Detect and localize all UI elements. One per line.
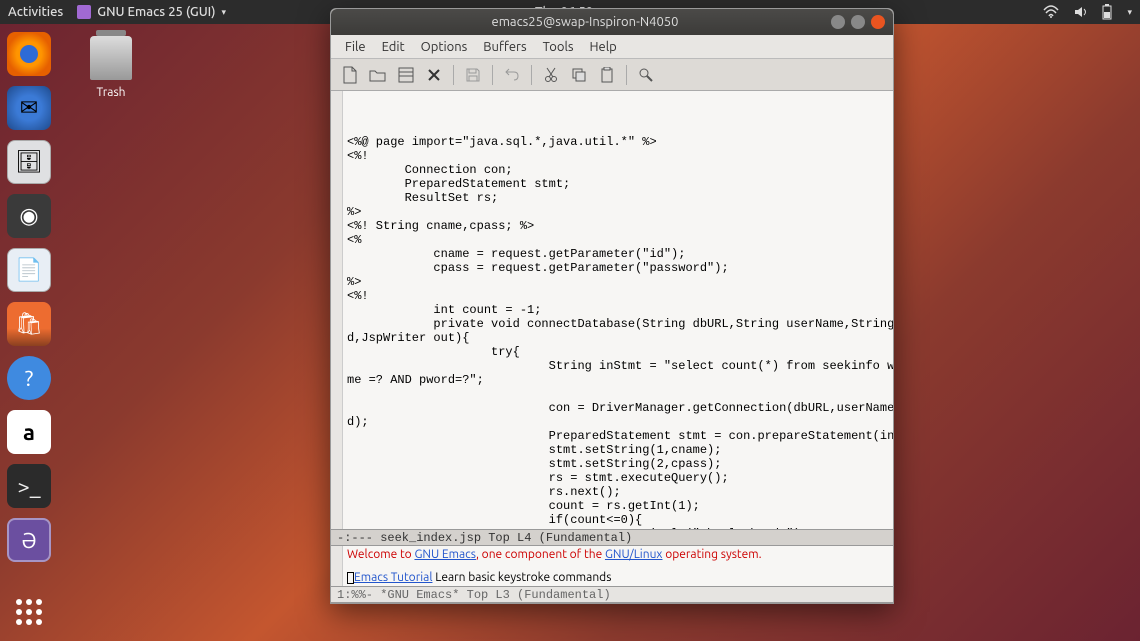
rhythmbox-launcher[interactable]: ◉ (7, 194, 51, 238)
welcome-text: , one component of the (476, 548, 605, 561)
menu-options[interactable]: Options (415, 38, 474, 56)
firefox-launcher[interactable] (7, 32, 51, 76)
gnu-emacs-link[interactable]: GNU Emacs (414, 548, 476, 561)
paste-button[interactable] (594, 62, 620, 88)
code-buffer[interactable]: <%@ page import="java.sql.*,java.util.*"… (331, 91, 893, 529)
save-button[interactable] (460, 62, 486, 88)
dock: ✉ 🗄 ◉ 📄 🛍 ? a >_ Ə (0, 24, 58, 641)
emacs-window: emacs25@swap-Inspiron-N4050 File Edit Op… (330, 8, 894, 604)
kill-buffer-button[interactable] (421, 62, 447, 88)
menu-edit[interactable]: Edit (376, 38, 411, 56)
trash-desktop-icon[interactable]: Trash (90, 36, 132, 99)
emacs-toolbar (331, 59, 893, 91)
app-menu-label: GNU Emacs 25 (GUI) (97, 5, 215, 19)
help-launcher[interactable]: ? (7, 356, 51, 400)
emacs-menubar: File Edit Options Buffers Tools Help (331, 35, 893, 59)
fringe (331, 546, 343, 586)
modeline-main[interactable]: -:--- seek_index.jsp Top L4 (Fundamental… (331, 529, 893, 546)
welcome-text: Welcome to (347, 548, 414, 561)
files-launcher[interactable]: 🗄 (7, 140, 51, 184)
welcome-text: operating system. (662, 548, 761, 561)
menu-tools[interactable]: Tools (537, 38, 580, 56)
apps-grid-button[interactable] (16, 599, 44, 627)
wifi-icon[interactable] (1043, 5, 1059, 19)
trash-label: Trash (90, 86, 132, 99)
terminal-launcher[interactable]: >_ (7, 464, 51, 508)
welcome-buffer[interactable]: Welcome to GNU Emacs, one component of t… (331, 546, 893, 586)
minimize-button[interactable] (831, 15, 845, 29)
menu-buffers[interactable]: Buffers (477, 38, 532, 56)
software-launcher[interactable]: 🛍 (7, 302, 51, 346)
modeline-welcome[interactable]: 1:%%- *GNU Emacs* Top L3 (Fundamental) (331, 586, 893, 603)
window-title: emacs25@swap-Inspiron-N4050 (339, 15, 831, 29)
system-menu-chevron-icon[interactable]: ▾ (1127, 7, 1132, 18)
battery-icon[interactable] (1101, 4, 1113, 20)
window-titlebar[interactable]: emacs25@swap-Inspiron-N4050 (331, 9, 893, 35)
menu-file[interactable]: File (339, 38, 372, 56)
maximize-button[interactable] (851, 15, 865, 29)
cursor (347, 572, 354, 584)
undo-button[interactable] (499, 62, 525, 88)
volume-icon[interactable] (1073, 5, 1087, 19)
chevron-down-icon: ▾ (222, 7, 227, 18)
tutorial-link[interactable]: Emacs Tutorial (354, 571, 432, 584)
thunderbird-launcher[interactable]: ✉ (7, 86, 51, 130)
emacs-launcher[interactable]: Ə (7, 518, 51, 562)
activities-button[interactable]: Activities (8, 5, 63, 19)
close-button[interactable] (871, 15, 885, 29)
editor-area: <%@ page import="java.sql.*,java.util.*"… (331, 91, 893, 603)
menu-help[interactable]: Help (584, 38, 623, 56)
dired-button[interactable] (393, 62, 419, 88)
search-button[interactable] (633, 62, 659, 88)
cut-button[interactable] (538, 62, 564, 88)
emacs-app-icon (77, 5, 91, 19)
app-menu[interactable]: GNU Emacs 25 (GUI) ▾ (77, 5, 226, 19)
new-file-button[interactable] (337, 62, 363, 88)
writer-launcher[interactable]: 📄 (7, 248, 51, 292)
open-file-button[interactable] (365, 62, 391, 88)
amazon-launcher[interactable]: a (7, 410, 51, 454)
trash-icon (90, 36, 132, 80)
fringe (331, 91, 343, 529)
copy-button[interactable] (566, 62, 592, 88)
tutorial-desc: Learn basic keystroke commands (432, 571, 611, 584)
gnu-linux-link[interactable]: GNU/Linux (605, 548, 663, 561)
